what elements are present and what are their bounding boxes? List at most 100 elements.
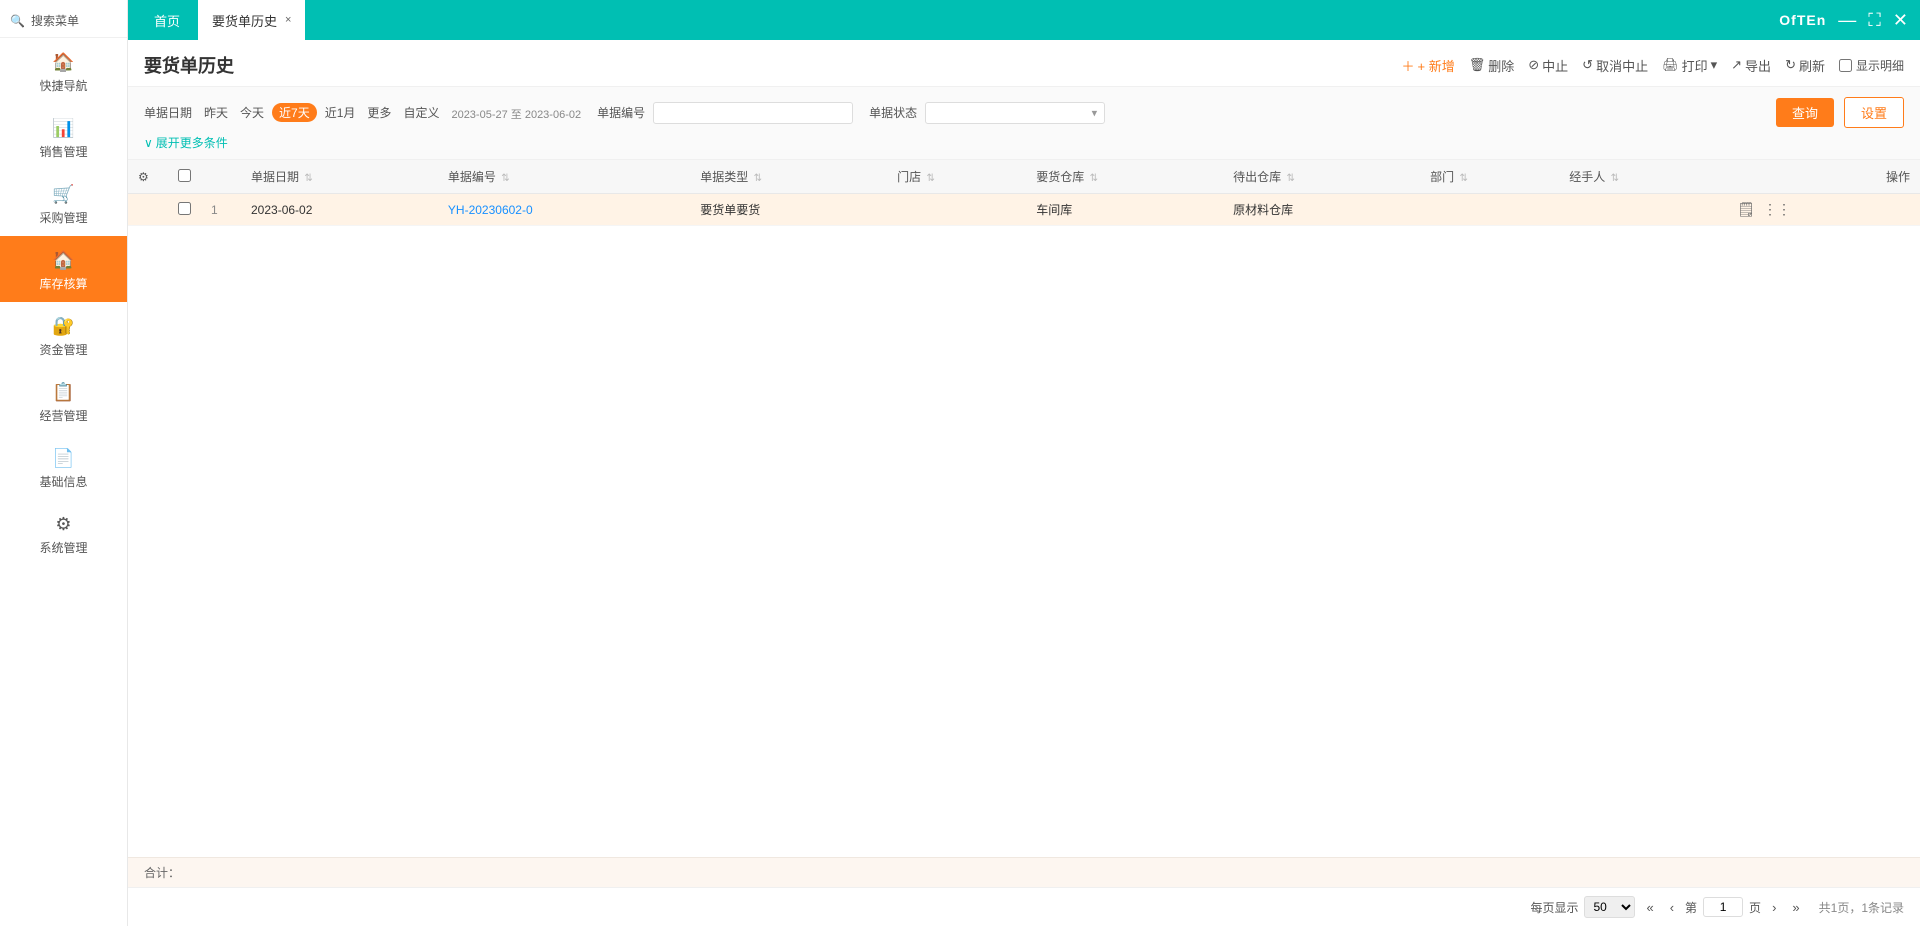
order-no-link[interactable]: YH-20230602-0 [448,203,533,217]
pagination: 每页显示 50 10 20 100 « ‹ 第 页 › » 共1页，1条记录 [128,887,1920,926]
tab-home-label: 首页 [154,11,180,30]
th-order-no[interactable]: 单据编号 ⇅ [438,160,690,194]
sort-icon-type: ⇅ [754,173,762,184]
sort-icon-handler: ⇅ [1611,173,1619,184]
th-order-type[interactable]: 单据类型 ⇅ [690,160,887,194]
new-button[interactable]: ＋ + 新增 [1401,56,1454,75]
sidebar-item-label: 系统管理 [39,539,87,556]
sidebar-search[interactable]: 🔍 搜索菜单 [0,0,127,38]
page-label: 第 [1685,899,1697,916]
close-button[interactable]: ✕ [1893,11,1908,29]
row-action: 🗒 ⋮⋮ [1727,194,1920,226]
query-button[interactable]: 查询 [1776,98,1834,127]
sales-icon: 📊 [52,118,74,139]
cancel-stop-button[interactable]: ↺ 取消中止 [1582,56,1648,75]
next-page-button[interactable]: › [1767,898,1781,917]
expand-more-label: 展开更多条件 [156,134,228,151]
status-label: 单据状态 [869,104,917,121]
settings-button[interactable]: 设置 [1844,97,1904,128]
status-select-wrapper [925,102,1105,124]
filter-row: 单据日期 昨天 今天 近7天 近1月 更多 自定义 2023-05-27 至 2… [144,97,1904,128]
stop-icon: ⊘ [1528,57,1539,73]
sort-icon-dept: ⇅ [1459,173,1467,184]
row-more-button[interactable]: ⋮⋮ [1763,201,1791,218]
tab-home[interactable]: 首页 [140,0,194,40]
sidebar-item-sales[interactable]: 📊 销售管理 [0,104,127,170]
shortcut-yesterday[interactable]: 昨天 [200,103,232,122]
status-filter-group: 单据状态 [869,102,1113,124]
header-actions: ＋ + 新增 🗑 删除 ⊘ 中止 ↺ 取消中止 🖨 打印 [1401,56,1904,75]
topbar-right: OfTEn — ⛶ ✕ [1779,11,1908,29]
print-button[interactable]: 🖨 打印 ▾ [1662,56,1717,75]
summary-label: 合计： [144,864,180,881]
sidebar-item-basic-info[interactable]: 📄 基础信息 [0,434,127,500]
shortcut-today[interactable]: 今天 [236,103,268,122]
basic-info-icon: 📄 [52,448,74,469]
th-department[interactable]: 部门 ⇅ [1420,160,1559,194]
row-view-button[interactable]: 🗒 [1737,201,1755,218]
row-date: 2023-06-02 [241,194,438,226]
date-filter-group: 单据日期 昨天 今天 近7天 近1月 更多 自定义 2023-05-27 至 2… [144,103,581,122]
status-select[interactable] [925,102,1105,124]
th-date[interactable]: 单据日期 ⇅ [241,160,438,194]
expand-more[interactable]: ∨ 展开更多条件 [144,128,1904,155]
export-icon: ↗ [1731,57,1742,73]
delete-button[interactable]: 🗑 删除 [1469,56,1515,75]
last-page-button[interactable]: » [1787,898,1804,917]
th-store[interactable]: 门店 ⇅ [887,160,1026,194]
show-detail-label: 显示明细 [1856,57,1904,74]
page-number-input[interactable] [1703,897,1743,917]
shortcut-7days[interactable]: 近7天 [272,103,317,122]
th-gear[interactable]: ⚙ [128,160,168,194]
sidebar-item-label: 基础信息 [39,473,87,490]
order-no-input[interactable] [653,102,853,124]
sidebar-item-purchase[interactable]: 🛒 采购管理 [0,170,127,236]
shortcut-more[interactable]: 更多 [363,103,395,122]
th-req-warehouse[interactable]: 要货仓库 ⇅ [1026,160,1223,194]
sidebar-item-quick-nav[interactable]: 🏠 快捷导航 [0,38,127,104]
sidebar-item-label: 销售管理 [39,143,87,160]
show-detail-checkbox[interactable] [1839,59,1852,72]
page-content: 要货单历史 ＋ + 新增 🗑 删除 ⊘ 中止 ↺ 取消中止 [128,40,1920,926]
print-icon: 🖨 [1662,57,1679,73]
per-page-label: 每页显示 [1530,899,1578,916]
row-select-checkbox[interactable] [178,202,191,215]
tab-requisition-history[interactable]: 要货单历史 × [198,0,305,40]
select-all-checkbox[interactable] [178,169,191,182]
row-store [887,194,1026,226]
tab-requisition-label: 要货单历史 [212,11,277,30]
th-checkbox[interactable] [168,160,201,194]
export-button[interactable]: ↗ 导出 [1731,56,1771,75]
refresh-button[interactable]: ↻ 刷新 [1785,56,1825,75]
shortcut-1month[interactable]: 近1月 [321,103,360,122]
cancel-stop-icon: ↺ [1582,57,1593,73]
topbar: 首页 要货单历史 × OfTEn — ⛶ ✕ [128,0,1920,40]
sidebar-item-finance[interactable]: 🔐 资金管理 [0,302,127,368]
shortcut-custom[interactable]: 自定义 [399,103,443,122]
page-suffix: 页 [1749,899,1761,916]
prev-page-button[interactable]: ‹ [1665,898,1679,917]
th-handler[interactable]: 经手人 ⇅ [1559,160,1727,194]
sidebar-item-label: 采购管理 [39,209,87,226]
sidebar-item-label: 快捷导航 [39,77,87,94]
th-pending-warehouse[interactable]: 待出仓库 ⇅ [1223,160,1420,194]
first-page-button[interactable]: « [1641,898,1658,917]
table-wrapper: ⚙ 单据日期 ⇅ 单据编号 ⇅ [128,160,1920,857]
delete-icon: 🗑 [1469,57,1486,73]
system-icon: ⚙ [55,514,71,535]
tab-close-icon[interactable]: × [285,14,291,26]
row-order-no[interactable]: YH-20230602-0 [438,194,690,226]
minimize-button[interactable]: — [1838,11,1856,29]
inventory-icon: 🏠 [52,250,74,271]
date-range-text: 2023-05-27 至 2023-06-02 [451,106,581,122]
sidebar-item-operations[interactable]: 📋 经营管理 [0,368,127,434]
th-action: 操作 [1727,160,1920,194]
row-checkbox[interactable] [168,194,201,226]
sidebar-item-inventory[interactable]: 🏠 库存核算 [0,236,127,302]
per-page-select[interactable]: 50 10 20 100 [1584,896,1635,918]
show-detail-checkbox-wrapper[interactable]: 显示明细 [1839,57,1904,74]
stop-button[interactable]: ⊘ 中止 [1528,56,1568,75]
maximize-button[interactable]: ⛶ [1868,11,1881,29]
add-icon: ＋ [1401,56,1414,75]
sidebar-item-system[interactable]: ⚙ 系统管理 [0,500,127,566]
